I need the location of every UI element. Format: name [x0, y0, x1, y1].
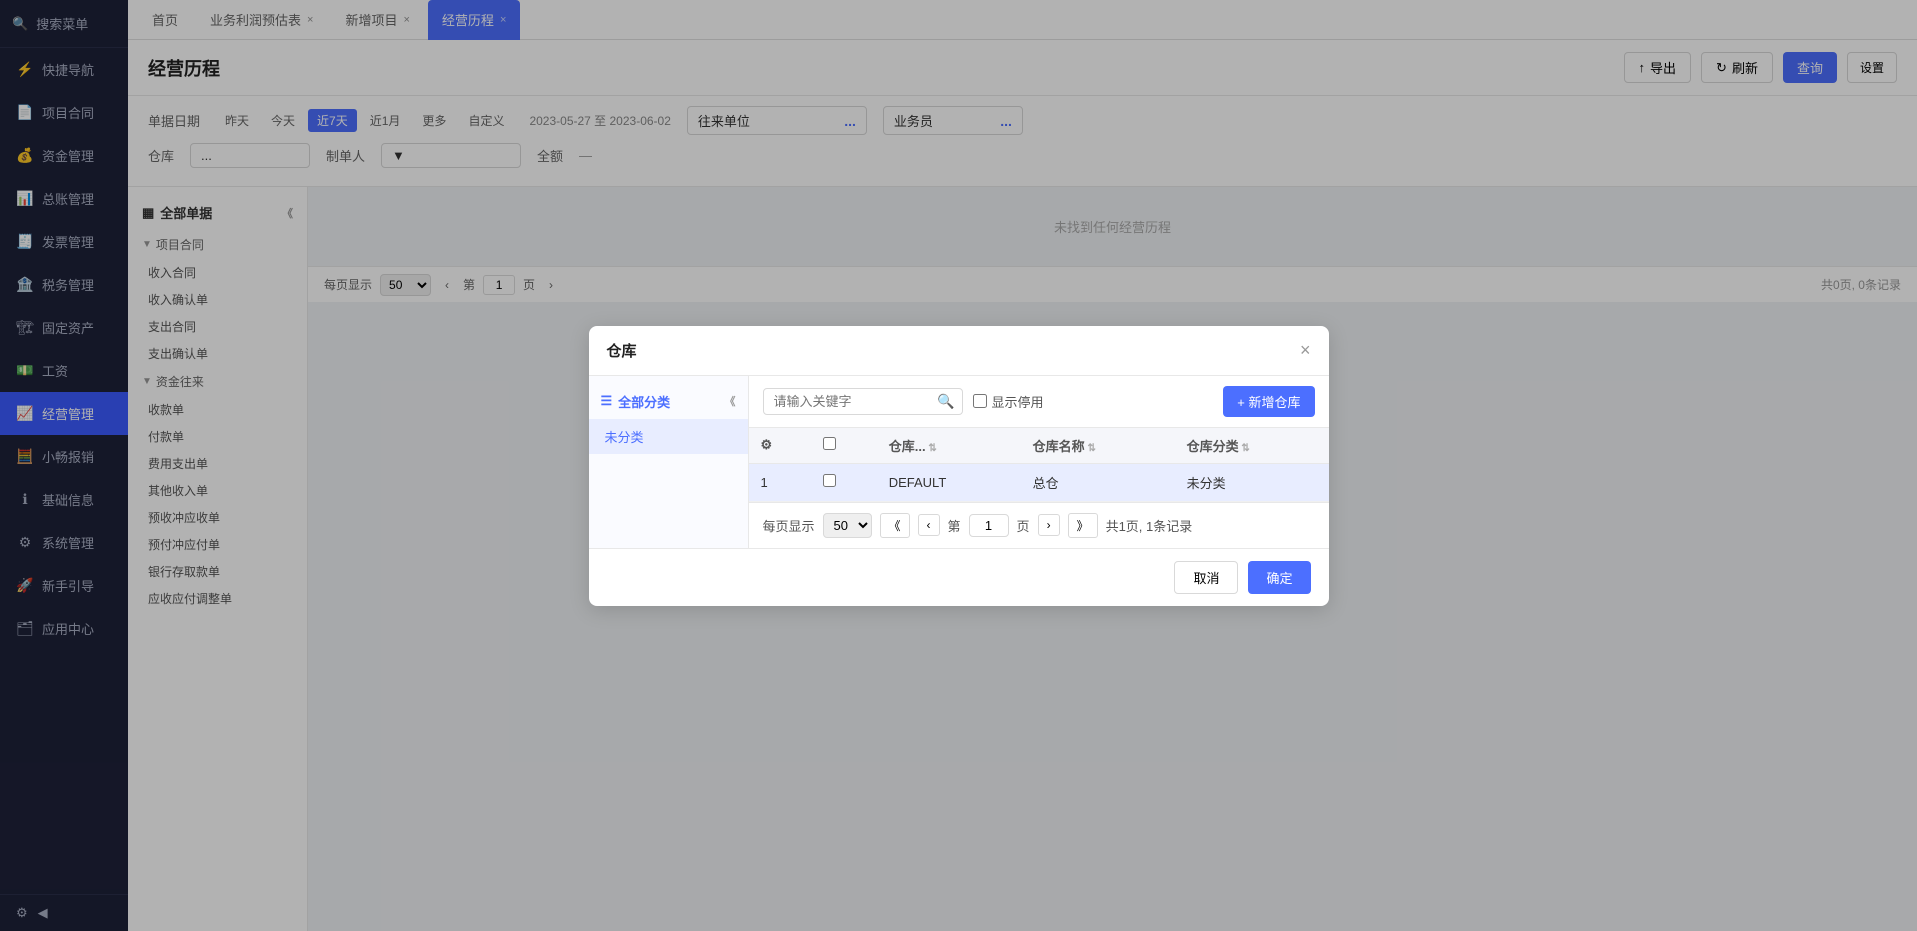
table-header-row: ⚙ 仓库... 仓库名称 仓库分类 [749, 428, 1329, 464]
dialog-action-btns: 取消 确定 [589, 548, 1329, 606]
row-name: 总仓 [1021, 463, 1175, 501]
dialog-per-page-label: 每页显示 [763, 516, 815, 535]
dialog-body: ☰ 全部分类 《 未分类 🔍 显示停用 + 新增仓库 [589, 376, 1329, 548]
show-disabled-label[interactable]: 显示停用 [973, 392, 1044, 411]
dialog-header: 仓库 × [589, 326, 1329, 376]
th-checkbox [811, 428, 876, 464]
select-all-checkbox[interactable] [823, 437, 836, 450]
th-code[interactable]: 仓库... [877, 428, 1021, 464]
dialog-category-未分类[interactable]: 未分类 [589, 419, 748, 454]
cancel-button[interactable]: 取消 [1174, 561, 1238, 594]
dialog-close-btn[interactable]: × [1300, 340, 1311, 361]
confirm-button[interactable]: 确定 [1248, 561, 1310, 594]
gear-icon: ⚙ [761, 437, 773, 452]
th-name[interactable]: 仓库名称 [1021, 428, 1175, 464]
warehouse-table: ⚙ 仓库... 仓库名称 仓库分类 1 DEFAULT 总仓 未分类 [749, 428, 1329, 502]
row-select-checkbox[interactable] [823, 474, 836, 487]
dialog-title: 仓库 [607, 340, 637, 361]
row-code: DEFAULT [877, 463, 1021, 501]
dialog-all-category[interactable]: ☰ 全部分类 《 [589, 384, 748, 419]
table-row[interactable]: 1 DEFAULT 总仓 未分类 [749, 463, 1329, 501]
dialog-table-area: ⚙ 仓库... 仓库名称 仓库分类 1 DEFAULT 总仓 未分类 [749, 428, 1329, 502]
dialog-right-panel: 🔍 显示停用 + 新增仓库 ⚙ 仓库... [749, 376, 1329, 548]
all-category-icon: ☰ [601, 393, 613, 409]
dialog-overlay: 仓库 × ☰ 全部分类 《 未分类 🔍 [0, 0, 1917, 931]
add-warehouse-btn[interactable]: + 新增仓库 [1223, 386, 1314, 417]
dialog-next-btn[interactable]: › [1038, 514, 1060, 536]
row-num: 1 [749, 463, 812, 501]
row-category: 未分类 [1175, 463, 1329, 501]
all-category-label: 全部分类 [618, 392, 670, 411]
dialog-toolbar: 🔍 显示停用 + 新增仓库 [749, 376, 1329, 428]
left-collapse-icon[interactable]: 《 [725, 393, 736, 409]
search-icon[interactable]: 🔍 [937, 393, 954, 410]
dialog-total-info: 共1页, 1条记录 [1106, 516, 1193, 535]
dialog-page-label: 第 [948, 516, 961, 535]
th-category[interactable]: 仓库分类 [1175, 428, 1329, 464]
dialog-footer: 每页显示 501020 《 ‹ 第 页 › 》 共1页, 1条记录 [749, 502, 1329, 548]
warehouse-search-input[interactable] [763, 388, 963, 415]
th-settings: ⚙ [749, 428, 812, 464]
dialog-left-panel: ☰ 全部分类 《 未分类 [589, 376, 749, 548]
dialog-page-unit: 页 [1017, 516, 1030, 535]
dialog-last-btn[interactable]: 》 [1068, 513, 1098, 538]
row-checkbox[interactable] [811, 463, 876, 501]
dialog-page-size-select[interactable]: 501020 [823, 513, 872, 538]
dialog-prev-btn[interactable]: ‹ [918, 514, 940, 536]
dialog-first-btn[interactable]: 《 [880, 513, 910, 538]
dialog-page-input[interactable] [969, 514, 1009, 537]
show-disabled-checkbox[interactable] [973, 394, 987, 408]
search-wrapper: 🔍 [763, 388, 963, 415]
warehouse-dialog: 仓库 × ☰ 全部分类 《 未分类 🔍 [589, 326, 1329, 606]
